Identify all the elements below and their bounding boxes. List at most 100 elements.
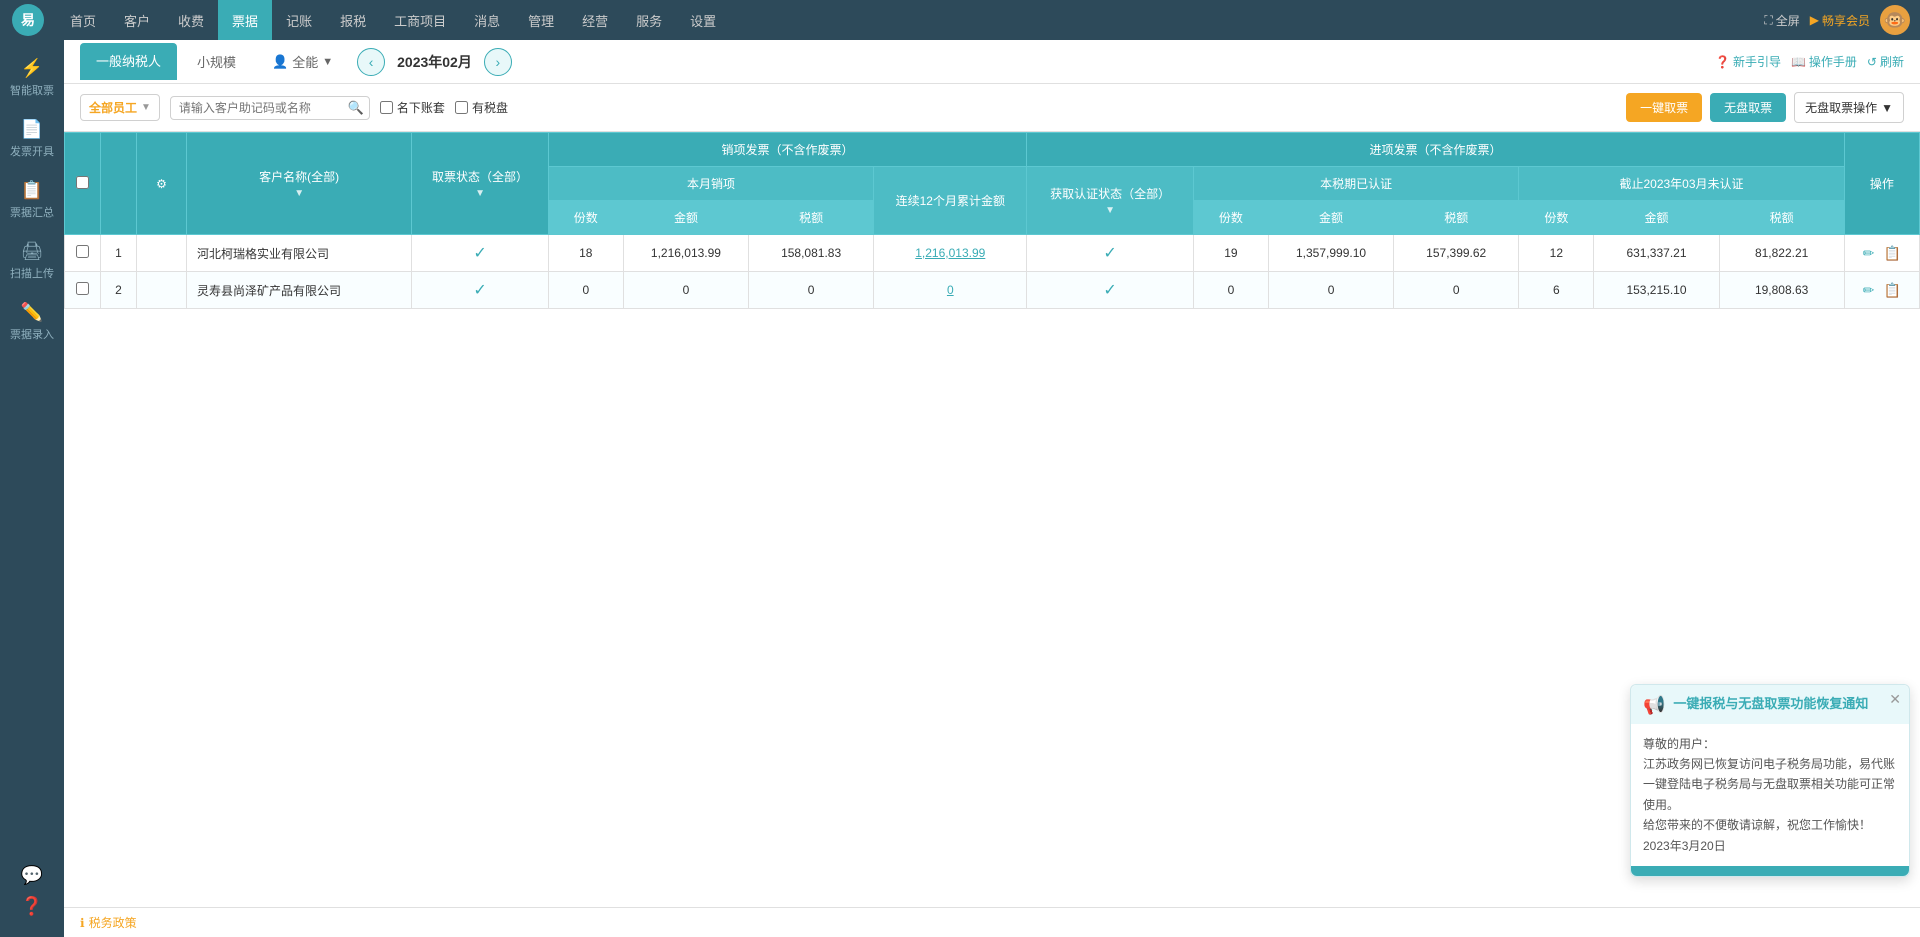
settings-icon[interactable]: ⚙ — [156, 177, 167, 191]
main-table: ⚙ 客户名称(全部) ▼ 取票状态（全部） ▼ 销项发票（不含作废票） 进项发票… — [64, 132, 1920, 309]
prev-month-btn[interactable]: ‹ — [357, 48, 385, 76]
th-purchase-amount: 金额 — [1268, 201, 1393, 235]
row-status: ✓ — [412, 272, 548, 309]
detail-icon[interactable]: 📋 — [1884, 282, 1901, 298]
one-click-ticket-btn[interactable]: 一键取票 — [1626, 93, 1702, 122]
date-label: 2023年02月 — [389, 52, 480, 72]
notification-greeting: 尊敬的用户： — [1643, 734, 1897, 754]
sidebar: ⚡ 智能取票 📄 发票开具 📋 票据汇总 🖨 扫描上传 ✏️ 票据录入 💬 ❓ — [0, 40, 64, 937]
nav-customer[interactable]: 客户 — [110, 0, 164, 40]
notification-icon: 📢 — [1643, 693, 1665, 716]
nav-service[interactable]: 服务 — [622, 0, 676, 40]
notification-title: 一键报税与无盘取票功能恢复通知 — [1673, 693, 1868, 712]
nav-bookkeeping[interactable]: 记账 — [272, 0, 326, 40]
edit-icon[interactable]: ✏ — [1863, 282, 1875, 298]
nav-invoice[interactable]: 票据 — [218, 0, 272, 40]
th-operation: 操作 — [1844, 133, 1919, 235]
next-month-btn[interactable]: › — [484, 48, 512, 76]
th-customer: 客户名称(全部) ▼ — [187, 133, 412, 235]
row-purchase-confirm: ✓ — [1027, 272, 1194, 309]
th-sales-tax: 税额 — [749, 201, 874, 235]
sidebar-item-smart-ticket[interactable]: ⚡ 智能取票 — [2, 50, 62, 106]
smart-ticket-icon: ⚡ — [21, 58, 43, 79]
checkbox-account-input[interactable] — [380, 101, 393, 114]
nav-items: 首页 客户 收费 票据 记账 报税 工商项目 消息 管理 经营 服务 设置 — [56, 0, 1764, 40]
nav-message[interactable]: 消息 — [460, 0, 514, 40]
tab-small-scale[interactable]: 小规模 — [181, 44, 252, 79]
fullscreen-btn[interactable]: ⛶ 全屏 — [1764, 12, 1799, 29]
row-purchase-amount: 0 — [1268, 272, 1393, 309]
row-customer: 河北柯瑞格实业有限公司 — [187, 235, 412, 272]
continuous-link[interactable]: 0 — [947, 283, 954, 297]
checkbox-tax-disk-input[interactable] — [455, 101, 468, 114]
nav-operation[interactable]: 经营 — [568, 0, 622, 40]
no-disk-op-btn[interactable]: 无盘取票操作 ▼ — [1794, 92, 1904, 123]
notification-close-btn[interactable]: ✕ — [1889, 691, 1901, 708]
row-sales-continuous: 0 — [874, 272, 1027, 309]
search-icon[interactable]: 🔍 — [348, 100, 364, 116]
search-input[interactable] — [170, 96, 370, 120]
avatar[interactable]: 🐵 — [1880, 5, 1910, 35]
customer-filter-icon[interactable]: ▼ — [294, 188, 304, 199]
purchase-confirm-icon: ✓ — [1103, 245, 1116, 262]
no-disk-ticket-btn[interactable]: 无盘取票 — [1710, 93, 1786, 122]
tax-policy-link[interactable]: ℹ 税务政策 — [80, 914, 137, 931]
table-row: 1 河北柯瑞格实业有限公司 ✓ 18 1,216,013.99 158,081.… — [65, 235, 1920, 272]
row-purchase-count: 0 — [1193, 272, 1268, 309]
confirm-status-filter-icon[interactable]: ▼ — [1105, 205, 1115, 216]
tab-general-taxpayer[interactable]: 一般纳税人 — [80, 43, 177, 80]
row-checkbox[interactable] — [76, 282, 89, 295]
notification-scroll — [1631, 866, 1909, 876]
nav-fee[interactable]: 收费 — [164, 0, 218, 40]
chat-icon[interactable]: 💬 — [21, 865, 43, 886]
invoice-summary-icon: 📋 — [21, 180, 43, 201]
invoice-entry-icon: ✏️ — [21, 302, 43, 323]
select-all-checkbox[interactable] — [76, 176, 89, 189]
notification-popup: ✕ 📢 一键报税与无盘取票功能恢复通知 尊敬的用户： 江苏政务网已恢复访问电子税… — [1630, 684, 1910, 877]
logo: 易 — [10, 2, 46, 38]
row-action: ✏ 📋 — [1844, 235, 1919, 272]
employee-select[interactable]: 全部员工 ▼ — [80, 94, 160, 121]
manual-btn[interactable]: 📖 操作手册 — [1791, 53, 1857, 70]
row-unconfirmed-count: 6 — [1519, 272, 1594, 309]
th-num — [101, 133, 137, 235]
checkbox-tax-disk[interactable]: 有税盘 — [455, 99, 508, 116]
nav-home[interactable]: 首页 — [56, 0, 110, 40]
nav-settings[interactable]: 设置 — [676, 0, 730, 40]
help-icon[interactable]: ❓ — [21, 896, 43, 917]
refresh-btn[interactable]: ↺ 刷新 — [1867, 53, 1904, 70]
svg-text:易: 易 — [21, 12, 35, 28]
th-sales-count: 份数 — [548, 201, 623, 235]
continuous-link[interactable]: 1,216,013.99 — [915, 246, 985, 260]
row-customer: 灵寿县尚泽矿产品有限公司 — [187, 272, 412, 309]
row-num: 2 — [101, 272, 137, 309]
tab-all[interactable]: 👤 全能 ▼ — [256, 44, 349, 79]
row-purchase-tax: 157,399.62 — [1394, 235, 1519, 272]
status-filter-icon[interactable]: ▼ — [475, 188, 485, 199]
invoice-issue-icon: 📄 — [21, 119, 43, 140]
sidebar-item-invoice-entry[interactable]: ✏️ 票据录入 — [2, 294, 62, 350]
sidebar-item-invoice-issue[interactable]: 📄 发票开具 — [2, 111, 62, 167]
no-disk-op-arrow: ▼ — [1881, 101, 1893, 115]
new-guide-btn[interactable]: ❓ 新手引导 — [1715, 53, 1781, 70]
tab-expand-icon[interactable]: ▼ — [322, 56, 333, 68]
sidebar-item-scan-upload[interactable]: 🖨 扫描上传 — [2, 233, 62, 289]
edit-icon[interactable]: ✏ — [1863, 245, 1875, 261]
member-btn[interactable]: ▶ 畅享会员 — [1810, 12, 1870, 29]
detail-icon[interactable]: 📋 — [1884, 245, 1901, 261]
checkbox-account[interactable]: 名下账套 — [380, 99, 445, 116]
th-unconfirmed-count: 份数 — [1519, 201, 1594, 235]
scan-upload-icon: 🖨 — [21, 241, 44, 262]
notification-date: 2023年3月20日 — [1643, 836, 1897, 856]
th-status: 取票状态（全部） ▼ — [412, 133, 548, 235]
sidebar-item-invoice-summary[interactable]: 📋 票据汇总 — [2, 172, 62, 228]
nav-business[interactable]: 工商项目 — [380, 0, 460, 40]
nav-tax[interactable]: 报税 — [326, 0, 380, 40]
sidebar-bottom: 💬 ❓ — [21, 865, 43, 937]
nav-manage[interactable]: 管理 — [514, 0, 568, 40]
notification-content: 江苏政务网已恢复访问电子税务局功能，易代账一键登陆电子税务局与无盘取票相关功能可… — [1643, 754, 1897, 815]
row-checkbox[interactable] — [76, 245, 89, 258]
row-sales-continuous: 1,216,013.99 — [874, 235, 1027, 272]
notification-body: 尊敬的用户： 江苏政务网已恢复访问电子税务局功能，易代账一键登陆电子税务局与无盘… — [1631, 724, 1909, 866]
table-row: 2 灵寿县尚泽矿产品有限公司 ✓ 0 0 0 0 ✓ 0 0 0 6 153,2… — [65, 272, 1920, 309]
